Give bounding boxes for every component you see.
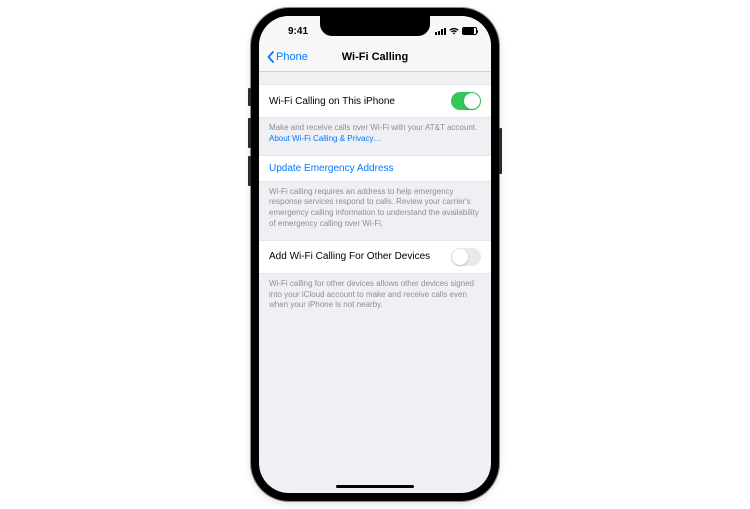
- page-title: Wi-Fi Calling: [342, 51, 409, 63]
- other-devices-footer: Wi-Fi calling for other devices allows o…: [259, 274, 491, 321]
- wifi-calling-other-devices-row[interactable]: Add Wi-Fi Calling For Other Devices: [259, 240, 491, 274]
- screen: 9:41 Phone Wi-Fi Calling Wi-Fi Calling o…: [259, 16, 491, 493]
- navigation-bar: Phone Wi-Fi Calling: [259, 42, 491, 72]
- home-indicator[interactable]: [336, 485, 414, 488]
- status-time: 9:41: [273, 26, 323, 37]
- other-devices-footer-text: Wi-Fi calling for other devices allows o…: [269, 279, 474, 310]
- phone-frame: 9:41 Phone Wi-Fi Calling Wi-Fi Calling o…: [251, 8, 499, 501]
- emergency-address-footer: Wi-Fi calling requires an address to hel…: [259, 182, 491, 240]
- wifi-calling-this-iphone-row[interactable]: Wi-Fi Calling on This iPhone: [259, 84, 491, 118]
- wifi-calling-this-iphone-label: Wi-Fi Calling on This iPhone: [269, 96, 395, 107]
- volume-up-button: [248, 118, 251, 148]
- volume-down-button: [248, 156, 251, 186]
- cellular-signal-icon: [435, 27, 446, 35]
- status-indicators: [427, 27, 477, 35]
- emergency-address-footer-text: Wi-Fi calling requires an address to hel…: [269, 187, 479, 228]
- wifi-calling-this-iphone-toggle[interactable]: [451, 92, 481, 110]
- chevron-left-icon: [267, 51, 274, 63]
- wifi-calling-other-devices-toggle[interactable]: [451, 248, 481, 266]
- update-emergency-address-label: Update Emergency Address: [269, 163, 394, 174]
- wifi-calling-other-devices-label: Add Wi-Fi Calling For Other Devices: [269, 251, 430, 262]
- power-button: [499, 128, 502, 174]
- content[interactable]: Wi-Fi Calling on This iPhone Make and re…: [259, 72, 491, 493]
- about-wifi-calling-privacy-link[interactable]: About Wi-Fi Calling & Privacy…: [269, 134, 381, 143]
- mute-switch: [248, 88, 251, 106]
- battery-icon: [462, 27, 477, 35]
- update-emergency-address-row[interactable]: Update Emergency Address: [259, 155, 491, 182]
- wifi-calling-footer: Make and receive calls over Wi-Fi with y…: [259, 118, 491, 155]
- wifi-icon: [449, 27, 459, 35]
- wifi-calling-footer-text: Make and receive calls over Wi-Fi with y…: [269, 123, 477, 132]
- back-button[interactable]: Phone: [267, 51, 308, 63]
- back-label: Phone: [276, 51, 308, 63]
- notch: [320, 16, 430, 36]
